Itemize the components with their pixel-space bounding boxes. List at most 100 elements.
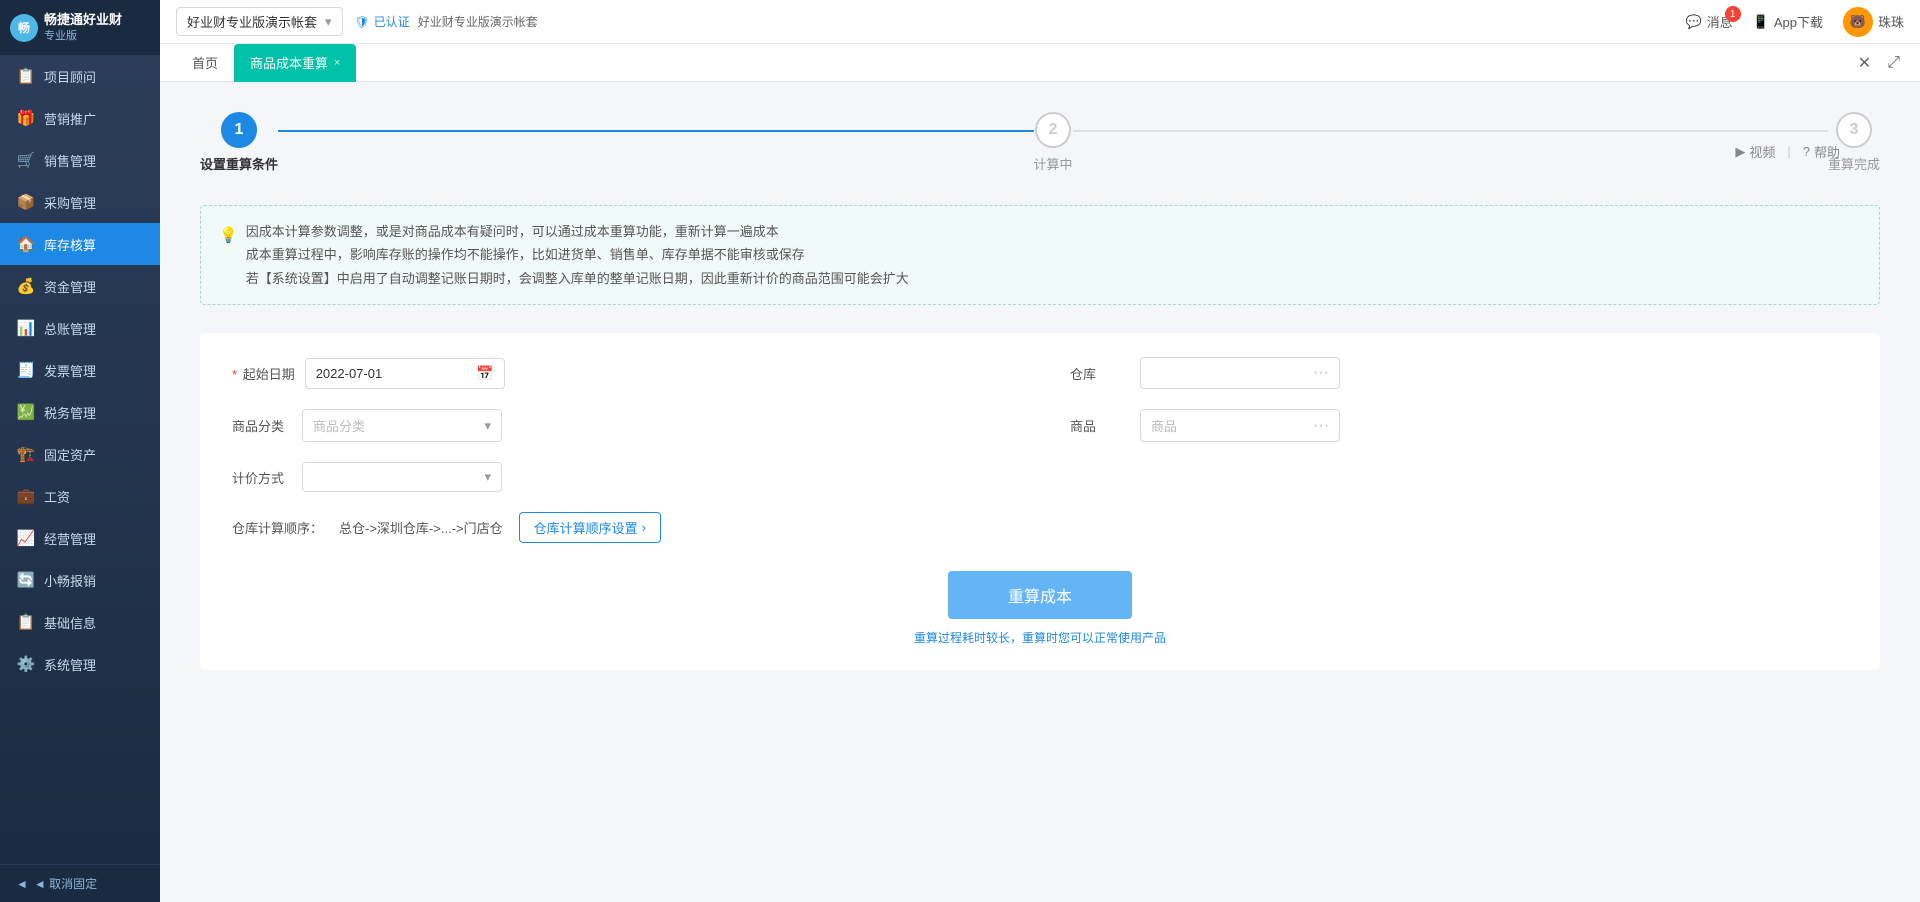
date-label-text: 起始日期 [243,367,295,382]
sidebar-item-invoice[interactable]: 🧾 发票管理 [0,349,160,391]
tab-home[interactable]: 首页 [176,44,234,82]
sidebar-label-invoice: 发票管理 [44,361,96,380]
sidebar-item-project[interactable]: 📋 项目顾问 [0,55,160,97]
info-line-2: 成本重算过程中，影响库存账的操作均不能操作，比如进货单、销售单、库存单据不能审核… [246,243,909,266]
sidebar: 畅 畅捷通好业财 专业版 📋 项目顾问 🎁 营销推广 🛒 销售管理 📦 采购管理… [0,0,160,902]
verified-company: 好业财专业版演示帐套 [418,13,538,30]
tab-close-btn[interactable]: ✕ [1854,51,1875,75]
required-mark: * [232,367,237,382]
sidebar-item-operations[interactable]: 📈 经营管理 [0,517,160,559]
tab-recalc[interactable]: 商品成本重算 × [234,44,356,82]
recalc-button[interactable]: 重算成本 [948,571,1132,619]
content-area: ▶ 视频 | ? 帮助 1 设置重算条件 [160,82,1920,902]
sidebar-label-sales: 销售管理 [44,151,96,170]
warehouse-order-value: 总仓->深圳仓库->...->门店仓 [339,518,503,537]
form-group-date: * 起始日期 2022-07-01 📅 [232,358,1010,389]
recalc-btn-label: 重算成本 [1008,589,1072,606]
form-group-warehouse: 仓库 ··· [1070,357,1848,389]
step-2-circle: 2 [1035,112,1071,148]
header: 好业财专业版演示帐套 ▾ 🛡 已认证 好业财专业版演示帐套 💬 消息 1 📱 A… [160,0,1920,44]
tax-icon: 💹 [16,402,36,422]
form-section: * 起始日期 2022-07-01 📅 仓库 ··· [200,333,1880,670]
product-input[interactable]: 商品 ··· [1140,409,1340,442]
category-label: 商品分类 [232,416,292,435]
warehouse-order-btn-icon: › [642,520,646,535]
sidebar-label-marketing: 营销推广 [44,109,96,128]
sidebar-item-basic[interactable]: 📋 基础信息 [0,601,160,643]
tabs-bar: 首页 商品成本重算 × ✕ ⤢ [160,44,1920,82]
sidebar-label-tax: 税务管理 [44,403,96,422]
phone-icon: 📱 [1753,14,1769,30]
pricing-label: 计价方式 [232,468,292,487]
tabs-controls: ✕ ⤢ [1854,51,1904,75]
sidebar-item-accounting[interactable]: 📊 总账管理 [0,307,160,349]
cancel-fixed-icon: ◄ [16,877,28,891]
sidebar-label-basic: 基础信息 [44,613,96,632]
account-selector-arrow: ▾ [325,14,332,30]
sidebar-item-expense[interactable]: 🔄 小畅报销 [0,559,160,601]
step-line-2 [1073,130,1828,132]
shield-icon: 🛡 [355,15,370,29]
step-3: 3 重算完成 [1828,112,1880,173]
date-label: * 起始日期 [232,364,295,383]
sidebar-item-finance[interactable]: 💰 资金管理 [0,265,160,307]
tab-recalc-close[interactable]: × [334,57,340,69]
pricing-arrow: ▾ [484,469,491,485]
sidebar-label-inventory: 库存核算 [44,235,96,254]
header-right: 💬 消息 1 📱 App下载 🐻 珠珠 [1685,7,1904,37]
form-group-category: 商品分类 商品分类 ▾ [232,409,1010,442]
sidebar-item-system[interactable]: ⚙️ 系统管理 [0,643,160,685]
sidebar-item-sales[interactable]: 🛒 销售管理 [0,139,160,181]
sidebar-label-project: 项目顾问 [44,67,96,86]
sidebar-cancel-fixed[interactable]: ◄ ◄ 取消固定 [0,864,160,902]
pricing-select[interactable]: ▾ [302,462,502,492]
app-logo-icon: 畅 [10,14,38,42]
system-icon: ⚙️ [16,654,36,674]
warehouse-order-btn[interactable]: 仓库计算顺序设置 › [519,512,661,543]
main-area: 好业财专业版演示帐套 ▾ 🛡 已认证 好业财专业版演示帐套 💬 消息 1 📱 A… [160,0,1920,902]
step-2-num: 2 [1049,121,1058,139]
sidebar-item-marketing[interactable]: 🎁 营销推广 [0,97,160,139]
form-row-1: * 起始日期 2022-07-01 📅 仓库 ··· [232,357,1848,389]
info-box: 💡 因成本计算参数调整，或是对商品成本有疑问时，可以通过成本重算功能，重新计算一… [200,205,1880,305]
sidebar-logo: 畅 畅捷通好业财 专业版 [0,0,160,55]
user-avatar: 🐻 [1843,7,1873,37]
step-1-num: 1 [235,121,244,139]
edition-name: 专业版 [44,29,122,43]
expense-icon: 🔄 [16,570,36,590]
tab-expand-btn[interactable]: ⤢ [1883,52,1904,74]
account-selector[interactable]: 好业财专业版演示帐套 ▾ [176,7,343,36]
message-button[interactable]: 💬 消息 1 [1685,12,1732,31]
sidebar-item-assets[interactable]: 🏗️ 固定资产 [0,433,160,475]
step-line-1 [278,130,1033,132]
project-icon: 📋 [16,66,36,86]
user-menu[interactable]: 🐻 珠珠 [1843,7,1904,37]
cancel-fixed-label: ◄ 取消固定 [34,875,97,892]
warehouse-input[interactable]: ··· [1140,357,1340,389]
warehouse-order-label: 仓库计算顺序： [232,518,323,537]
sidebar-label-accounting: 总账管理 [44,319,96,338]
sidebar-item-purchase[interactable]: 📦 采购管理 [0,181,160,223]
sidebar-label-system: 系统管理 [44,655,96,674]
stepper: 1 设置重算条件 2 计算中 3 重算完成 [200,112,1880,173]
category-select[interactable]: 商品分类 ▾ [302,409,502,442]
sidebar-item-inventory[interactable]: 🏠 库存核算 [0,223,160,265]
brand-name: 畅捷通好业财 [44,12,122,29]
sidebar-item-tax[interactable]: 💹 税务管理 [0,391,160,433]
step-3-label: 重算完成 [1828,154,1880,173]
accounting-icon: 📊 [16,318,36,338]
inventory-icon: 🏠 [16,234,36,254]
app-download-button[interactable]: 📱 App下载 [1753,12,1823,31]
operations-icon: 📈 [16,528,36,548]
warehouse-dots[interactable]: ··· [1313,364,1329,382]
form-group-product: 商品 商品 ··· [1070,409,1848,442]
warehouse-order-btn-label: 仓库计算顺序设置 [534,518,638,537]
product-dots[interactable]: ··· [1313,417,1329,435]
basic-icon: 📋 [16,612,36,632]
user-name: 珠珠 [1878,12,1904,31]
info-line-1: 因成本计算参数调整，或是对商品成本有疑问时，可以通过成本重算功能，重新计算一遍成… [246,220,909,243]
assets-icon: 🏗️ [16,444,36,464]
sidebar-item-salary[interactable]: 💼 工资 [0,475,160,517]
date-input[interactable]: 2022-07-01 📅 [305,358,505,389]
tab-home-label: 首页 [192,53,218,72]
